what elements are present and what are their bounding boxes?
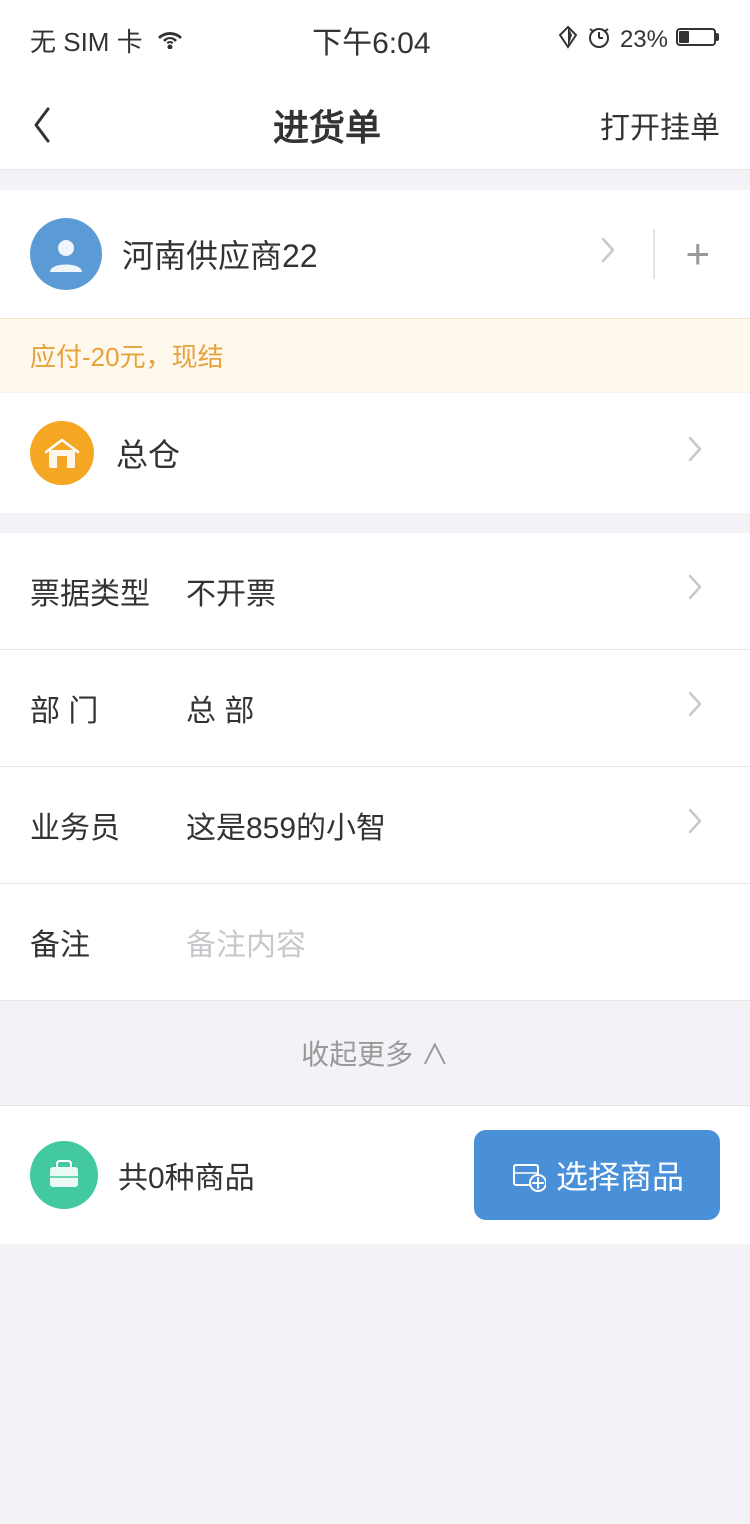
nav-bar: 进货单 打开挂单 [0,80,750,170]
form-row-invoice-type[interactable]: 票据类型 不开票 [0,533,750,650]
open-pending-button[interactable]: 打开挂单 [600,103,720,147]
page-title: 进货单 [273,99,381,151]
supplier-row[interactable]: 河南供应商22 + [0,190,750,318]
remark-input[interactable]: 备注内容 [170,920,720,964]
warehouse-row[interactable]: 总仓 [0,392,750,513]
status-right: 23% [558,25,720,56]
back-button[interactable] [30,105,54,145]
status-left: 无 SIM 卡 [30,22,185,59]
form-row-salesperson[interactable]: 业务员 这是859的小智 [0,767,750,884]
status-time: 下午6:04 [312,18,430,62]
salesperson-chevron-icon [686,806,704,844]
form-section: 票据类型 不开票 部 门 总 部 业务员 这是859的小智 [0,533,750,1000]
form-row-department[interactable]: 部 门 总 部 [0,650,750,767]
supplier-avatar [30,218,102,290]
product-info: 共0种商品 [30,1141,255,1209]
alarm-icon [586,25,612,56]
remark-label: 备注 [30,920,170,964]
invoice-type-label: 票据类型 [30,569,170,613]
status-bar: 无 SIM 卡 下午6:04 [0,0,750,80]
invoice-type-value: 不开票 [170,569,686,613]
add-supplier-button[interactable]: + [675,230,720,278]
department-value: 总 部 [170,686,686,730]
gray-background [0,1244,750,1524]
department-label: 部 门 [30,686,170,730]
wifi-icon [155,25,185,56]
select-product-label: 选择商品 [556,1152,684,1198]
collapse-label: 收起更多 ∧ [301,1033,449,1073]
carrier-text: 无 SIM 卡 [30,22,143,59]
battery-icon [676,26,720,55]
warehouse-icon [30,421,94,485]
salesperson-value: 这是859的小智 [170,803,686,847]
section-gap-1 [0,170,750,190]
supplier-section: 河南供应商22 + 应付-20元，现结 总仓 [0,190,750,513]
notice-text: 应付-20元，现结 [30,342,224,372]
location-icon [558,25,578,56]
product-icon [30,1141,98,1209]
warehouse-name: 总仓 [116,430,686,476]
select-product-button[interactable]: 选择商品 [474,1130,720,1220]
form-row-remark[interactable]: 备注 备注内容 [0,884,750,1000]
invoice-type-chevron-icon [686,572,704,610]
product-count: 共0种商品 [118,1153,255,1197]
warehouse-chevron-icon [686,434,704,472]
salesperson-label: 业务员 [30,803,170,847]
department-chevron-icon [686,689,704,727]
notice-bar: 应付-20元，现结 [0,318,750,392]
collapse-row[interactable]: 收起更多 ∧ [0,1000,750,1105]
supplier-name: 河南供应商22 [122,231,599,277]
supplier-chevron-icon [599,235,617,273]
bottom-bar: 共0种商品 选择商品 [0,1105,750,1244]
supplier-divider [653,229,655,279]
battery-text: 23% [620,26,668,54]
